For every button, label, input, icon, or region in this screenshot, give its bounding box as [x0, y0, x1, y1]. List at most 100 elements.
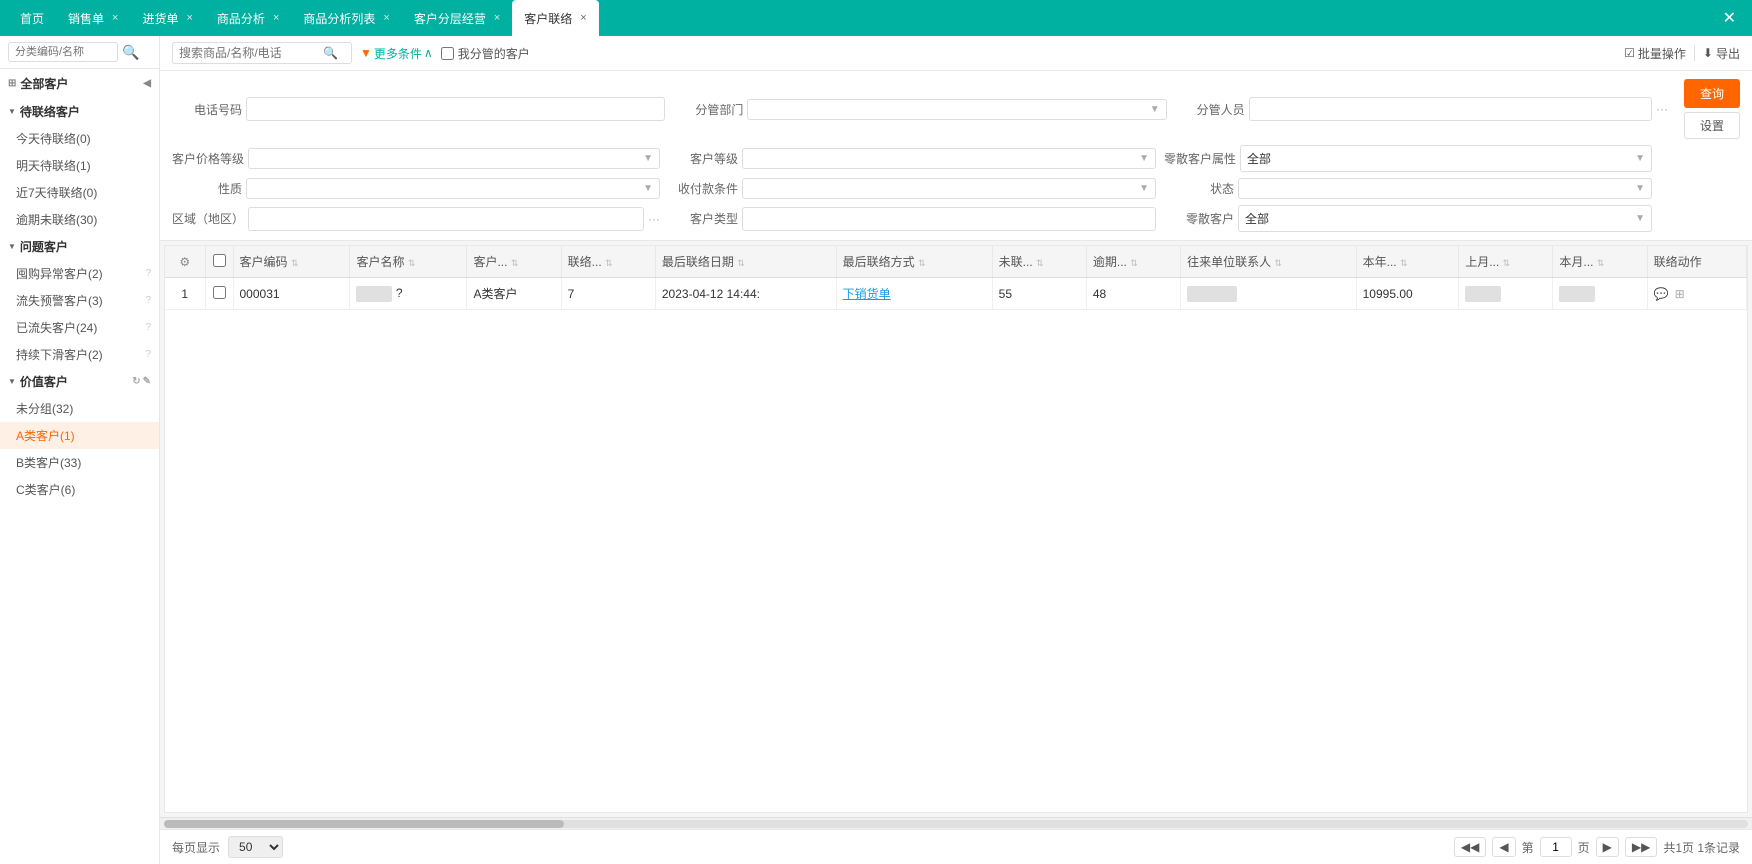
- my-customers-checkbox-area[interactable]: 我分管的客户: [441, 45, 530, 62]
- sidebar-search-icon[interactable]: 🔍: [122, 44, 139, 61]
- row-lastmethod-value[interactable]: 下销货单: [843, 287, 891, 301]
- product-list-label: 商品分析列表: [303, 10, 375, 27]
- table-header-row: ⚙ 客户编码 ⇅ 客户名称 ⇅: [165, 246, 1747, 278]
- history-sort-icon[interactable]: ⇅: [1274, 258, 1282, 268]
- th-code-label: 客户编码: [240, 255, 288, 269]
- main-search-icon[interactable]: 🔍: [323, 46, 338, 60]
- overdue-sort-icon[interactable]: ⇅: [1130, 258, 1138, 268]
- nav-tab-product-list[interactable]: 商品分析列表 ×: [291, 0, 401, 36]
- problem-customers-header[interactable]: ▼ 问题客户: [0, 233, 159, 260]
- c-class-label: C类客户(6): [16, 481, 75, 498]
- last-page-btn[interactable]: ▶▶: [1625, 837, 1657, 857]
- sidebar-item-overdue[interactable]: 逾期未联络(30): [0, 206, 159, 233]
- code-sort-icon[interactable]: ⇅: [291, 258, 299, 268]
- sidebar-item-7days[interactable]: 近7天待联络(0): [0, 179, 159, 206]
- filter-btn-group: 查询 设置: [1684, 79, 1740, 139]
- table-gear-icon[interactable]: ⚙: [179, 255, 190, 269]
- nocontact-sort-icon[interactable]: ⇅: [1036, 258, 1044, 268]
- all-customers-header[interactable]: ⊞ 全部客户 ◀: [0, 69, 159, 98]
- customer-segment-label: 客户分层经营: [414, 10, 486, 27]
- sidebar-item-tomorrow[interactable]: 明天待联络(1): [0, 152, 159, 179]
- type-sort-icon[interactable]: ⇅: [511, 258, 519, 268]
- price-level-select[interactable]: ▼: [248, 148, 660, 169]
- prev-page-btn[interactable]: ◀: [1492, 837, 1515, 857]
- sidebar-item-b-class[interactable]: B类客户(33): [0, 449, 159, 476]
- query-button[interactable]: 查询: [1684, 79, 1740, 108]
- pending-contact-header[interactable]: ▼ 待联络客户: [0, 98, 159, 125]
- sidebar-item-hoarding[interactable]: 囤购异常客户(2) ?: [0, 260, 159, 287]
- scroll-thumb[interactable]: [164, 820, 564, 828]
- close-customer-contact-icon[interactable]: ×: [580, 12, 586, 24]
- thismonth-sort-icon[interactable]: ⇅: [1597, 258, 1605, 268]
- phone-input[interactable]: [246, 97, 665, 121]
- thisyear-sort-icon[interactable]: ⇅: [1400, 258, 1408, 268]
- action-link-icon[interactable]: ⊞: [1675, 287, 1685, 301]
- nav-tab-sales[interactable]: 销售单 ×: [56, 0, 130, 36]
- sidebar-item-declining[interactable]: 持续下滑客户(2) ?: [0, 341, 159, 368]
- nav-tab-purchase[interactable]: 进货单 ×: [130, 0, 204, 36]
- person-input[interactable]: [1249, 97, 1652, 121]
- person-label: 分管人员: [1175, 101, 1245, 118]
- my-customers-checkbox[interactable]: [441, 47, 454, 60]
- nav-tab-product-analysis[interactable]: 商品分析 ×: [205, 0, 291, 36]
- nature-select[interactable]: ▼: [246, 178, 660, 199]
- payment-select[interactable]: ▼: [742, 178, 1156, 199]
- next-page-btn[interactable]: ▶: [1596, 837, 1619, 857]
- nav-tab-customer-contact[interactable]: 客户联络 ×: [512, 0, 598, 36]
- action-chat-icon[interactable]: 💬: [1654, 287, 1669, 301]
- th-thismonth-label: 本月...: [1559, 255, 1593, 269]
- value-customers-header[interactable]: ▼ 价值客户 ↻ ✎: [0, 368, 159, 395]
- th-history: 往来单位联系人 ⇅: [1181, 246, 1357, 278]
- retail-attr-value: 全部: [1247, 150, 1271, 167]
- first-page-btn[interactable]: ◀◀: [1454, 837, 1486, 857]
- close-window-icon[interactable]: ✕: [1715, 8, 1744, 28]
- sidebar-item-a-class[interactable]: A类客户(1): [0, 422, 159, 449]
- close-customer-segment-icon[interactable]: ×: [494, 12, 500, 24]
- sidebar-search-input[interactable]: [8, 42, 118, 62]
- phone-label: 电话号码: [172, 101, 242, 118]
- customer-level-select[interactable]: ▼: [742, 148, 1156, 169]
- person-dots-icon[interactable]: ···: [1656, 102, 1668, 116]
- customer-type-input[interactable]: [742, 207, 1156, 231]
- export-button[interactable]: ⬇ 导出: [1703, 45, 1740, 62]
- page-size-select[interactable]: 50 100 200: [228, 836, 283, 858]
- close-product-list-icon[interactable]: ×: [383, 12, 389, 24]
- name-sort-icon[interactable]: ⇅: [408, 258, 416, 268]
- th-history-label: 往来单位联系人: [1187, 255, 1271, 269]
- region-input[interactable]: [248, 207, 644, 231]
- select-all-checkbox[interactable]: [213, 254, 226, 267]
- sidebar-item-ungrouped[interactable]: 未分组(32): [0, 395, 159, 422]
- dept-select[interactable]: ▼: [747, 99, 1166, 120]
- sidebar-item-churn-warning[interactable]: 流失预警客户(3) ?: [0, 287, 159, 314]
- lastdate-sort-icon[interactable]: ⇅: [737, 258, 745, 268]
- horizontal-scrollbar[interactable]: [160, 817, 1752, 829]
- row-checkbox[interactable]: [213, 286, 226, 299]
- settings-button[interactable]: 设置: [1684, 112, 1740, 139]
- pending-triangle-icon: ▼: [8, 107, 16, 116]
- sidebar-item-c-class[interactable]: C类客户(6): [0, 476, 159, 503]
- nav-tab-customer-segment[interactable]: 客户分层经营 ×: [402, 0, 512, 36]
- batch-op-button[interactable]: ☑ 批量操作: [1624, 45, 1686, 62]
- page-number-input[interactable]: [1540, 837, 1572, 857]
- collapse-sidebar-icon[interactable]: ◀: [143, 78, 151, 89]
- edit-group-icon[interactable]: ✎: [143, 376, 151, 387]
- filter-customer-level: 客户等级 ▼: [668, 148, 1156, 169]
- lastmonth-sort-icon[interactable]: ⇅: [1503, 258, 1511, 268]
- sidebar-item-today[interactable]: 今天待联络(0): [0, 125, 159, 152]
- sidebar-item-churned[interactable]: 已流失客户(24) ?: [0, 314, 159, 341]
- main-search-input[interactable]: [179, 46, 319, 60]
- more-conditions-btn[interactable]: ▼ 更多条件 ∧: [360, 45, 433, 62]
- retail-customer-select[interactable]: 全部 ▼: [1238, 205, 1652, 232]
- contact-sort-icon[interactable]: ⇅: [605, 258, 613, 268]
- close-purchase-icon[interactable]: ×: [186, 12, 192, 24]
- close-sales-icon[interactable]: ×: [112, 12, 118, 24]
- close-product-analysis-icon[interactable]: ×: [273, 12, 279, 24]
- refresh-icon[interactable]: ↻: [132, 376, 140, 387]
- lastmethod-sort-icon[interactable]: ⇅: [918, 258, 926, 268]
- region-dots-icon[interactable]: ···: [648, 212, 660, 226]
- nav-tab-home[interactable]: 首页: [8, 0, 56, 36]
- status-select[interactable]: ▼: [1238, 178, 1652, 199]
- churned-help-icon: ?: [145, 322, 151, 333]
- main-search-box[interactable]: 🔍: [172, 42, 352, 64]
- retail-attr-select[interactable]: 全部 ▼: [1240, 145, 1652, 172]
